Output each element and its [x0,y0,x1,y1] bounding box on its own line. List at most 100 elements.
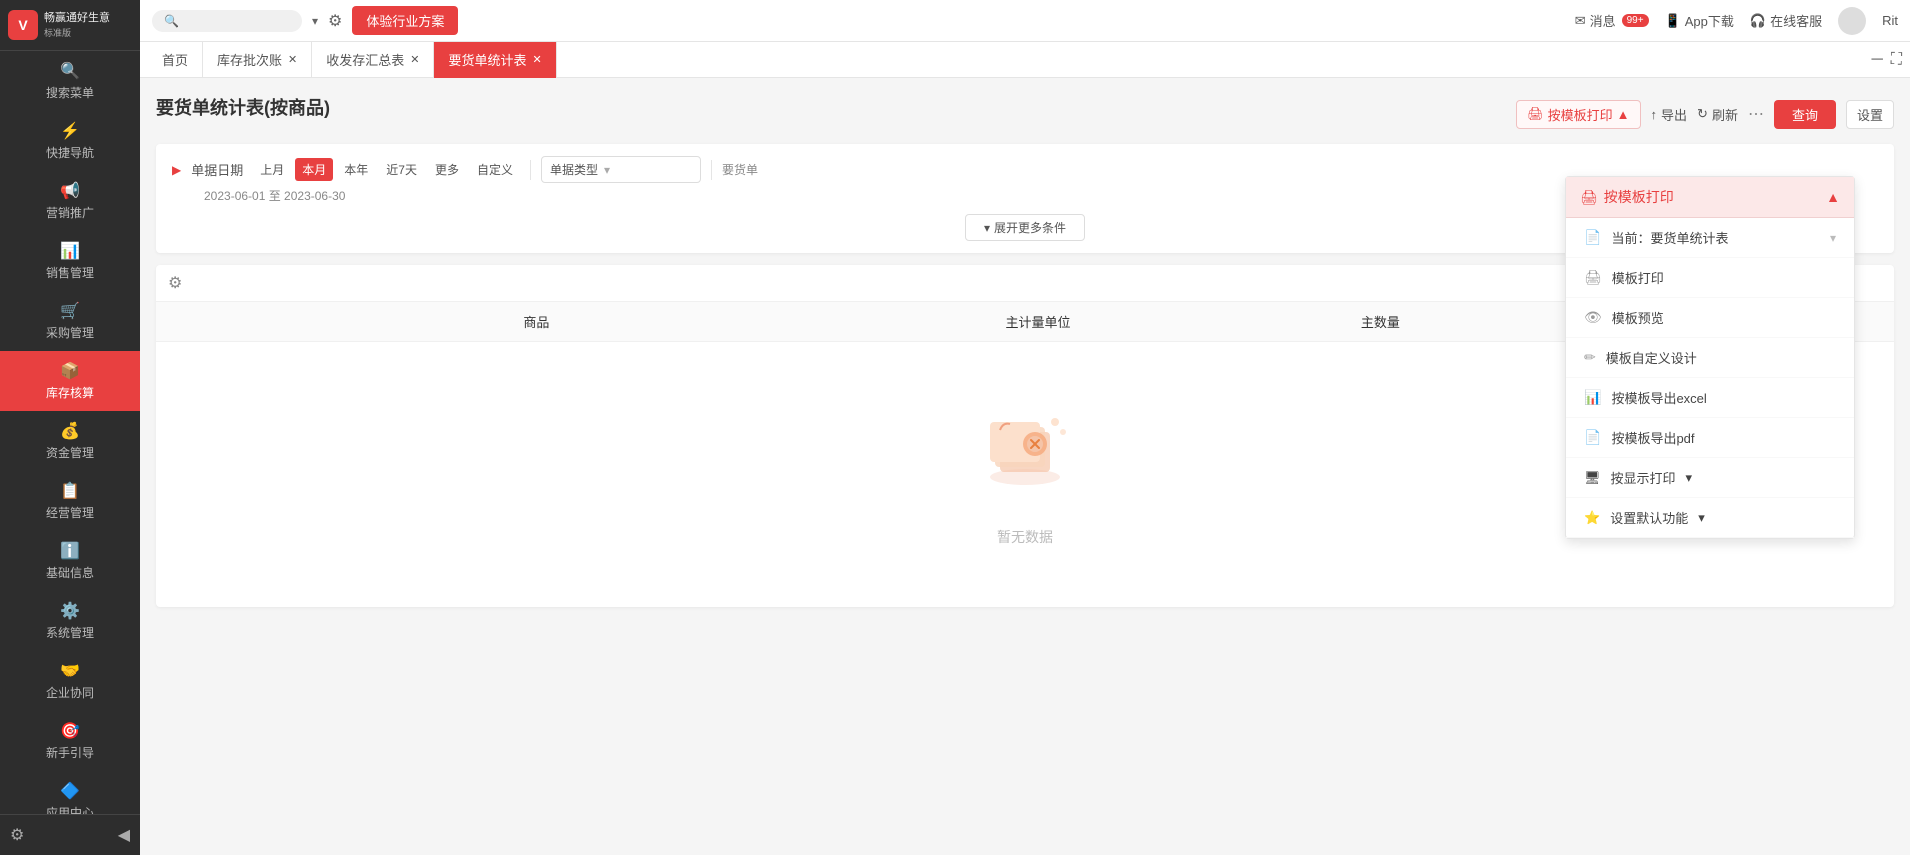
main-area: 🔍 ▾ ⚙ 体验行业方案 ✉ 消息 99+ 📱 App下载 🎧 在线客服 Rit [140,0,1910,855]
date-btn-this-month[interactable]: 本月 [295,158,333,181]
order-type-dropdown-icon: ▾ [604,163,610,177]
current-template-arrow-icon: ▾ [1830,231,1836,245]
tab-inventory-batch-label: 库存批次账 [217,50,282,69]
sidebar-item-marketing[interactable]: 📢 营销推广 [0,171,140,231]
sidebar-item-system[interactable]: ⚙️ 系统管理 [0,591,140,651]
tab-maximize-button[interactable]: ⛶ [1891,51,1902,69]
query-button[interactable]: 查询 [1774,100,1836,129]
content-area: 要货单统计表(按商品) 🖨 按模板打印 ▲ ↑ 导出 ↻ 刷新 ⋯ 查询 设置 [140,78,1910,855]
date-btn-this-year[interactable]: 本年 [337,158,375,181]
inventory-icon: 📦 [60,361,80,381]
export-excel-item[interactable]: 📊 按模板导出excel [1566,378,1854,418]
table-settings-icon[interactable]: ⚙ [168,273,182,293]
sidebar-item-finance[interactable]: 💰 资金管理 [0,411,140,471]
online-support-button[interactable]: 🎧 在线客服 [1750,11,1822,30]
date-btn-more[interactable]: 更多 [428,158,466,181]
template-print-icon: 🖨 [1584,269,1602,286]
sidebar-footer: ⚙ ◀ [0,814,140,855]
topbar-gear-icon[interactable]: ⚙ [328,11,342,31]
display-print-label: 按显示打印 [1611,468,1676,487]
export-button[interactable]: ↑ 导出 [1651,105,1688,124]
template-preview-item[interactable]: 👁 模板预览 [1566,298,1854,338]
guide-icon: 🎯 [60,721,80,741]
settings-button[interactable]: 设置 [1846,100,1894,129]
sidebar-item-search[interactable]: 🔍 搜索菜单 [0,51,140,111]
tab-inventory-batch-close[interactable]: ✕ [288,53,297,66]
print-dropdown-arrow-icon: ▲ [1617,107,1630,122]
sidebar-item-purchase[interactable]: 🛒 采购管理 [0,291,140,351]
date-btn-7days[interactable]: 近7天 [379,158,424,181]
sidebar-item-system-label: 系统管理 [46,624,94,641]
operations-icon: 📋 [60,481,80,501]
print-template-label: 按模板打印 [1548,105,1613,124]
collapse-footer-icon[interactable]: ◀ [118,825,130,845]
current-template-item[interactable]: 📄 当前：要货单统计表 ▾ [1566,218,1854,258]
sidebar-item-guide[interactable]: 🎯 新手引导 [0,711,140,771]
empty-text: 暂无数据 [997,527,1053,547]
date-btn-last-month[interactable]: 上月 [253,158,291,181]
export-excel-icon: 📊 [1584,389,1601,406]
logo-text: 畅赢通好生意 [44,11,110,26]
set-default-item[interactable]: ⭐ 设置默认功能 ▾ [1566,498,1854,538]
sidebar-item-operations[interactable]: 📋 经营管理 [0,471,140,531]
sidebar-item-basic[interactable]: ℹ️ 基础信息 [0,531,140,591]
tab-order-statistics-close[interactable]: ✕ [533,53,542,66]
refresh-button[interactable]: ↻ 刷新 [1697,105,1738,124]
display-print-arrow-icon: ▾ [1686,470,1693,486]
template-design-item[interactable]: ✏ 模板自定义设计 [1566,338,1854,378]
expand-more-button[interactable]: ▾ 展开更多条件 [965,214,1085,241]
tab-inventory-batch[interactable]: 库存批次账 ✕ [203,42,312,78]
settings-footer-icon[interactable]: ⚙ [10,825,24,845]
app-download-button[interactable]: 📱 App下载 [1665,11,1734,30]
date-shortcuts: 上月 本月 本年 近7天 更多 自定义 [253,158,520,181]
tab-home[interactable]: 首页 [148,42,203,78]
date-btn-custom[interactable]: 自定义 [470,158,520,181]
sidebar-item-finance-label: 资金管理 [46,444,94,461]
template-print-item[interactable]: 🖨 模板打印 [1566,258,1854,298]
more-actions-button[interactable]: ⋯ [1748,104,1764,124]
sidebar-item-basic-label: 基础信息 [46,564,94,581]
sidebar-item-app-center-label: 应用中心 [46,804,94,814]
basic-icon: ℹ️ [60,541,80,561]
trial-industry-button[interactable]: 体验行业方案 [352,6,458,35]
sidebar-item-enterprise[interactable]: 🤝 企业协同 [0,651,140,711]
print-dropdown-close-icon[interactable]: ▲ [1826,189,1840,205]
sidebar-item-app-center[interactable]: 🔷 应用中心 [0,771,140,814]
current-template-icon: 📄 [1584,229,1601,246]
sidebar-item-quick-nav[interactable]: ⚡ 快捷导航 [0,111,140,171]
topbar-dropdown[interactable]: ▾ [312,14,318,28]
print-template-button[interactable]: 🖨 按模板打印 ▲ [1516,100,1640,129]
tab-collection-summary[interactable]: 收发存汇总表 ✕ [312,42,434,78]
sidebar-item-sales[interactable]: 📊 销售管理 [0,231,140,291]
topbar-right: ✉ 消息 99+ 📱 App下载 🎧 在线客服 Rit [1575,7,1898,35]
order-type-select[interactable]: 单据类型 ▾ [541,156,701,183]
sidebar-item-inventory-label: 库存核算 [46,384,94,401]
date-filter-label: 单据日期 [191,160,243,179]
template-design-icon: ✏ [1584,349,1596,366]
topbar-search-icon: 🔍 [164,14,179,28]
tab-minimize-button[interactable]: ─ [1871,51,1882,69]
tab-order-statistics[interactable]: 要货单统计表 ✕ [434,42,556,78]
user-avatar[interactable] [1838,7,1866,35]
template-preview-icon: 👁 [1584,309,1602,326]
display-print-item[interactable]: 🖥 按显示打印 ▾ [1566,458,1854,498]
filter-expand-arrow[interactable]: ▶ [172,163,181,177]
sidebar-item-enterprise-label: 企业协同 [46,684,94,701]
page-title: 要货单统计表(按商品) [156,94,330,120]
tab-collection-summary-close[interactable]: ✕ [410,53,419,66]
sidebar-nav: 🔍 搜索菜单 ⚡ 快捷导航 📢 营销推广 📊 销售管理 🛒 采购管理 📦 库存核… [0,51,140,814]
export-pdf-item[interactable]: 📄 按模板导出pdf [1566,418,1854,458]
messages-button[interactable]: ✉ 消息 99+ [1575,11,1649,30]
table-col-product: 商品 [206,302,867,341]
expand-down-icon: ▾ [984,221,990,235]
sidebar-item-inventory[interactable]: 📦 库存核算 [0,351,140,411]
topbar-search[interactable]: 🔍 [152,10,302,32]
print-dropdown-header: 🖨 按模板打印 ▲ [1566,177,1854,218]
template-preview-label: 模板预览 [1612,308,1664,327]
finance-icon: 💰 [60,421,80,441]
current-template-label: 当前：要货单统计表 [1611,228,1728,247]
print-dropdown-panel: 🖨 按模板打印 ▲ 📄 当前：要货单统计表 ▾ 🖨 模板打印 👁 模板预览 [1565,176,1855,539]
app-download-icon: 📱 [1665,13,1681,29]
table-col-unit: 主计量单位 [867,302,1209,341]
refresh-icon: ↻ [1697,106,1708,122]
